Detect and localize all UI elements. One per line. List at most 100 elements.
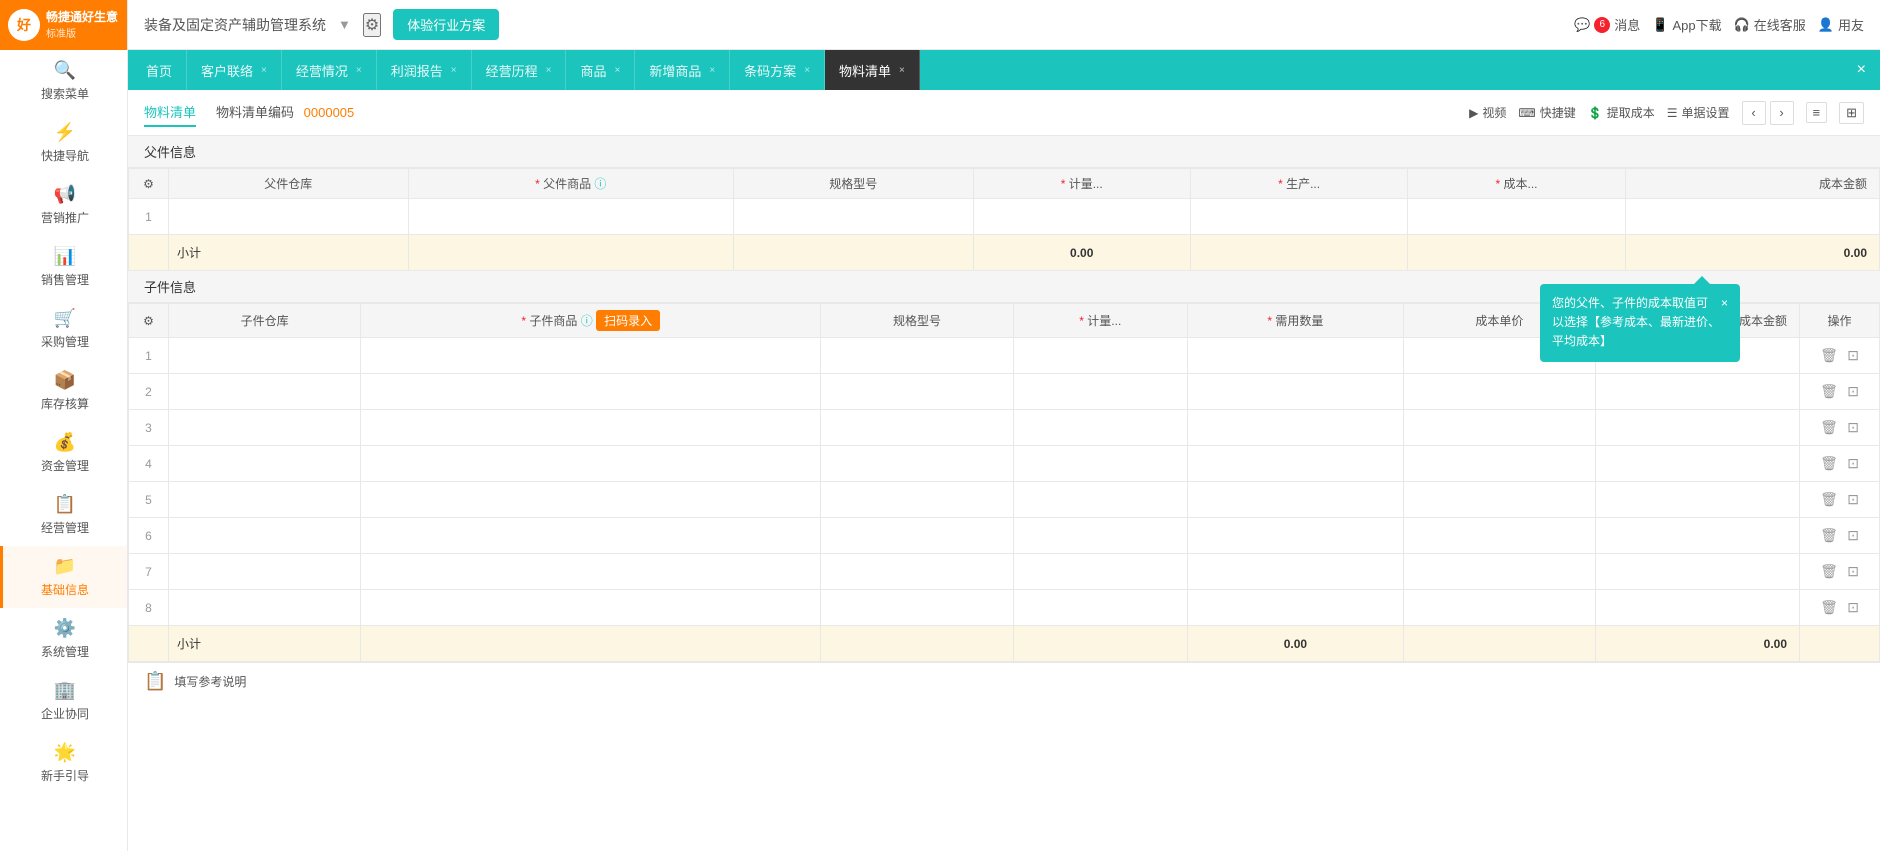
parent-goods-info-icon[interactable]: ⓘ: [594, 177, 606, 191]
tab-customer[interactable]: 客户联络 ×: [187, 50, 282, 90]
child-row-spec-4[interactable]: [821, 446, 1013, 482]
tab-business-status[interactable]: 经营情况 ×: [282, 50, 377, 90]
parent-row-cost[interactable]: [1408, 199, 1625, 235]
sidebar-item-finance[interactable]: 💰 资金管理: [0, 422, 127, 484]
child-goods-info-icon[interactable]: ⓘ: [581, 314, 593, 328]
dropdown-arrow-icon[interactable]: ▼: [338, 17, 351, 32]
tab-bom[interactable]: 物料清单 ×: [825, 50, 920, 90]
tab-new-goods-close[interactable]: ×: [709, 65, 715, 76]
user-button[interactable]: 👤 用友: [1818, 15, 1864, 34]
child-row-cost-amount-5[interactable]: [1595, 482, 1799, 518]
child-row-qty-8[interactable]: [1187, 590, 1403, 626]
child-th-gear[interactable]: ⚙: [129, 304, 169, 338]
delete-icon-5[interactable]: 🗑: [1820, 491, 1838, 507]
child-row-goods-8[interactable]: [361, 590, 821, 626]
child-row-cost-amount-2[interactable]: [1595, 374, 1799, 410]
settings-button[interactable]: ☰ 单据设置: [1667, 104, 1730, 121]
delete-icon-8[interactable]: 🗑: [1820, 599, 1838, 615]
copy-icon-8[interactable]: ⊡: [1847, 599, 1859, 615]
copy-icon-4[interactable]: ⊡: [1847, 455, 1859, 471]
copy-icon-1[interactable]: ⊡: [1847, 347, 1859, 363]
child-row-qty-7[interactable]: [1187, 554, 1403, 590]
child-row-unit-1[interactable]: [1013, 338, 1187, 374]
cost-button[interactable]: 💲 提取成本: [1588, 104, 1655, 121]
child-row-goods-4[interactable]: [361, 446, 821, 482]
tab-business-status-close[interactable]: ×: [356, 65, 362, 76]
sidebar-item-purchase[interactable]: 🛒 采购管理: [0, 298, 127, 360]
tab-barcode-close[interactable]: ×: [804, 65, 810, 76]
sidebar-item-guide[interactable]: 🌟 新手引导: [0, 732, 127, 794]
delete-icon-4[interactable]: 🗑: [1820, 455, 1838, 471]
child-row-unit-cost-8[interactable]: [1403, 590, 1595, 626]
prev-arrow-button[interactable]: ‹: [1742, 101, 1766, 125]
sidebar-item-marketing[interactable]: 📢 营销推广: [0, 174, 127, 236]
delete-icon-6[interactable]: 🗑: [1820, 527, 1838, 543]
sidebar-item-sales[interactable]: 📊 销售管理: [0, 236, 127, 298]
child-row-goods-6[interactable]: [361, 518, 821, 554]
child-row-unit-cost-6[interactable]: [1403, 518, 1595, 554]
child-row-unit-cost-7[interactable]: [1403, 554, 1595, 590]
child-row-warehouse-2[interactable]: [169, 374, 361, 410]
message-button[interactable]: 💬 6 消息: [1574, 15, 1640, 34]
delete-icon-7[interactable]: 🗑: [1820, 563, 1838, 579]
tab-profit-close[interactable]: ×: [451, 65, 457, 76]
child-row-unit-cost-3[interactable]: [1403, 410, 1595, 446]
delete-icon-1[interactable]: 🗑: [1820, 347, 1838, 363]
child-row-unit-cost-4[interactable]: [1403, 446, 1595, 482]
app-download-button[interactable]: 📱 App下载: [1652, 15, 1721, 34]
child-row-spec-7[interactable]: [821, 554, 1013, 590]
sidebar-item-quick-nav[interactable]: ⚡ 快捷导航: [0, 112, 127, 174]
sub-tab-bom-list[interactable]: 物料清单: [144, 98, 196, 127]
parent-row-unit[interactable]: [973, 199, 1190, 235]
tab-barcode[interactable]: 条码方案 ×: [730, 50, 825, 90]
copy-icon-6[interactable]: ⊡: [1847, 527, 1859, 543]
copy-icon-2[interactable]: ⊡: [1847, 383, 1859, 399]
sidebar-item-inventory[interactable]: 📦 库存核算: [0, 360, 127, 422]
delete-icon-3[interactable]: 🗑: [1820, 419, 1838, 435]
delete-icon-2[interactable]: 🗑: [1820, 383, 1838, 399]
child-row-cost-amount-6[interactable]: [1595, 518, 1799, 554]
parent-row-goods[interactable]: [408, 199, 734, 235]
child-row-qty-1[interactable]: [1187, 338, 1403, 374]
child-row-unit-4[interactable]: [1013, 446, 1187, 482]
parent-row-produce[interactable]: [1190, 199, 1407, 235]
parent-row-warehouse[interactable]: [169, 199, 409, 235]
sidebar-item-search[interactable]: 🔍 搜索菜单: [0, 50, 127, 112]
child-row-qty-4[interactable]: [1187, 446, 1403, 482]
child-row-spec-2[interactable]: [821, 374, 1013, 410]
child-row-goods-7[interactable]: [361, 554, 821, 590]
child-row-unit-cost-2[interactable]: [1403, 374, 1595, 410]
settings-gear-button[interactable]: ⚙: [363, 13, 381, 37]
trial-button[interactable]: 体验行业方案: [393, 9, 499, 40]
child-row-warehouse-7[interactable]: [169, 554, 361, 590]
child-row-goods-5[interactable]: [361, 482, 821, 518]
scan-button[interactable]: 扫码录入: [596, 310, 660, 331]
child-row-unit-7[interactable]: [1013, 554, 1187, 590]
child-row-cost-amount-8[interactable]: [1595, 590, 1799, 626]
child-row-spec-6[interactable]: [821, 518, 1013, 554]
child-row-warehouse-1[interactable]: [169, 338, 361, 374]
child-row-unit-cost-5[interactable]: [1403, 482, 1595, 518]
child-row-unit-6[interactable]: [1013, 518, 1187, 554]
tab-bom-close[interactable]: ×: [899, 65, 905, 76]
sidebar-item-basic[interactable]: 📁 基础信息: [0, 546, 127, 608]
video-button[interactable]: ▶ 视频: [1469, 104, 1506, 121]
child-row-spec-8[interactable]: [821, 590, 1013, 626]
child-row-cost-amount-3[interactable]: [1595, 410, 1799, 446]
child-row-goods-1[interactable]: [361, 338, 821, 374]
child-row-cost-amount-7[interactable]: [1595, 554, 1799, 590]
child-row-warehouse-3[interactable]: [169, 410, 361, 446]
child-row-unit-8[interactable]: [1013, 590, 1187, 626]
child-row-unit-2[interactable]: [1013, 374, 1187, 410]
next-arrow-button[interactable]: ›: [1770, 101, 1794, 125]
child-row-warehouse-6[interactable]: [169, 518, 361, 554]
child-row-qty-6[interactable]: [1187, 518, 1403, 554]
child-row-qty-5[interactable]: [1187, 482, 1403, 518]
child-row-spec-3[interactable]: [821, 410, 1013, 446]
sub-tab-bom-code[interactable]: 物料清单编码 0000005: [216, 98, 354, 127]
child-row-spec-1[interactable]: [821, 338, 1013, 374]
sidebar-item-system[interactable]: ⚙️ 系统管理: [0, 608, 127, 670]
parent-row-cost-amount[interactable]: [1625, 199, 1879, 235]
tab-goods-close[interactable]: ×: [614, 65, 620, 76]
child-row-warehouse-5[interactable]: [169, 482, 361, 518]
